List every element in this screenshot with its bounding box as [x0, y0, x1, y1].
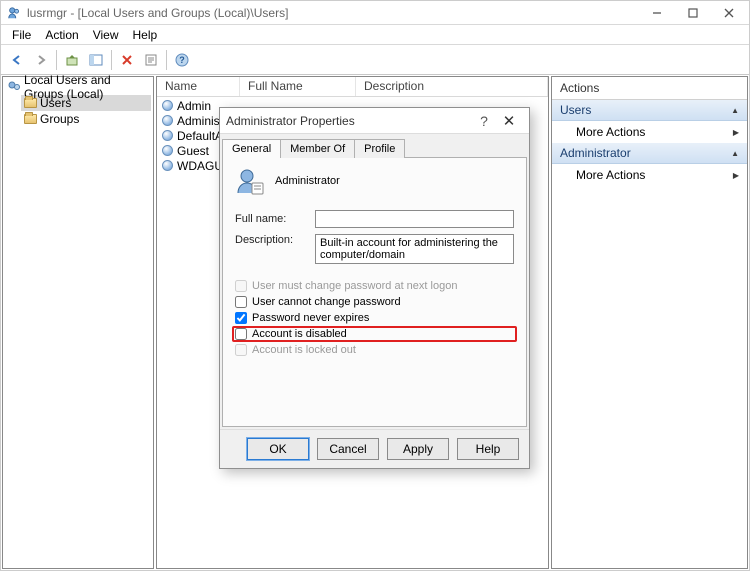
dialog-titlebar[interactable]: Administrator Properties ? ✕: [220, 108, 529, 134]
tab-profile[interactable]: Profile: [354, 139, 405, 158]
actions-group-title: Administrator: [560, 146, 631, 160]
list-header: Name Full Name Description: [157, 77, 548, 97]
up-button[interactable]: [61, 49, 83, 71]
window-title: lusrmgr - [Local Users and Groups (Local…: [27, 6, 639, 20]
forward-button[interactable]: [30, 49, 52, 71]
delete-button[interactable]: [116, 49, 138, 71]
user-icon: [161, 144, 174, 157]
checkbox-label: Account is locked out: [252, 344, 356, 356]
col-description[interactable]: Description: [356, 77, 548, 96]
dialog-user-name: Administrator: [275, 175, 340, 187]
actions-pane: Actions Users ▲ More Actions ▶ Administr…: [551, 76, 748, 569]
checkbox-label: User must change password at next logon: [252, 280, 457, 292]
menu-view[interactable]: View: [86, 28, 126, 42]
properties-button[interactable]: [140, 49, 162, 71]
actions-link-label: More Actions: [576, 168, 645, 182]
toolbar-separator: [166, 50, 167, 70]
help-button[interactable]: ?: [171, 49, 193, 71]
user-name: Admin: [177, 99, 211, 113]
close-button[interactable]: [711, 1, 747, 25]
show-hide-tree-button[interactable]: [85, 49, 107, 71]
menu-file[interactable]: File: [5, 28, 38, 42]
checkbox-never-expires[interactable]: Password never expires: [235, 312, 514, 324]
checkbox-account-disabled[interactable]: Account is disabled: [232, 326, 517, 342]
tree-item-label: Users: [40, 96, 71, 110]
properties-dialog: Administrator Properties ? ✕ General Mem…: [219, 107, 530, 469]
minimize-button[interactable]: [639, 1, 675, 25]
full-name-input[interactable]: [315, 210, 514, 228]
collapse-icon: ▲: [731, 149, 739, 158]
actions-more-administrator[interactable]: More Actions ▶: [552, 164, 747, 186]
toolbar-separator: [111, 50, 112, 70]
checkbox-never-expires-input[interactable]: [235, 312, 247, 324]
actions-link-label: More Actions: [576, 125, 645, 139]
maximize-button[interactable]: [675, 1, 711, 25]
tab-general[interactable]: General: [222, 139, 281, 158]
folder-icon: [23, 112, 37, 126]
chevron-right-icon: ▶: [733, 128, 739, 137]
title-bar: lusrmgr - [Local Users and Groups (Local…: [1, 1, 749, 25]
checkbox-label: User cannot change password: [252, 296, 401, 308]
col-name[interactable]: Name: [157, 77, 240, 96]
checkbox-label: Password never expires: [252, 312, 369, 324]
collapse-icon: ▲: [731, 106, 739, 115]
user-name: Guest: [177, 144, 209, 158]
menu-bar: File Action View Help: [1, 25, 749, 45]
checkbox-account-disabled-input[interactable]: [235, 328, 247, 340]
tree-item-groups[interactable]: Groups: [21, 111, 151, 127]
cancel-button[interactable]: Cancel: [317, 438, 379, 460]
user-icon: [161, 99, 174, 112]
actions-header: Actions: [552, 77, 747, 100]
checkbox-must-change: User must change password at next logon: [235, 280, 514, 292]
user-icon: [161, 159, 174, 172]
checkbox-label: Account is disabled: [252, 328, 347, 340]
back-button[interactable]: [6, 49, 28, 71]
folder-icon: [23, 96, 37, 110]
checkbox-cannot-change-input[interactable]: [235, 296, 247, 308]
user-icon: [161, 129, 174, 142]
toolbar: ?: [1, 45, 749, 75]
actions-group-administrator[interactable]: Administrator ▲: [552, 143, 747, 164]
tree-root[interactable]: Local Users and Groups (Local): [5, 79, 151, 95]
ok-button[interactable]: OK: [247, 438, 309, 460]
svg-text:?: ?: [179, 55, 185, 65]
tree-pane: Local Users and Groups (Local) Users Gro…: [2, 76, 154, 569]
dialog-title: Administrator Properties: [226, 114, 473, 128]
users-groups-icon: [7, 80, 21, 94]
dialog-buttons: OK Cancel Apply Help: [220, 429, 529, 468]
description-label: Description:: [235, 234, 315, 246]
checkbox-locked-out-input: [235, 344, 247, 356]
actions-more-users[interactable]: More Actions ▶: [552, 121, 747, 143]
user-icon: [161, 114, 174, 127]
actions-group-users[interactable]: Users ▲: [552, 100, 747, 121]
dialog-tabs: General Member Of Profile: [220, 134, 529, 157]
apply-button[interactable]: Apply: [387, 438, 449, 460]
checkbox-locked-out: Account is locked out: [235, 344, 514, 356]
tree-item-label: Groups: [40, 112, 79, 126]
dialog-body: Administrator Full name: Description: Us…: [222, 157, 527, 427]
menu-help[interactable]: Help: [126, 28, 165, 42]
help-button[interactable]: Help: [457, 438, 519, 460]
dialog-close-button[interactable]: ✕: [495, 112, 523, 130]
chevron-right-icon: ▶: [733, 171, 739, 180]
description-input[interactable]: [315, 234, 514, 264]
full-name-label: Full name:: [235, 213, 315, 225]
checkbox-cannot-change[interactable]: User cannot change password: [235, 296, 514, 308]
tab-member-of[interactable]: Member Of: [280, 139, 355, 158]
app-icon: [7, 6, 21, 20]
user-large-icon: [235, 166, 265, 196]
col-full-name[interactable]: Full Name: [240, 77, 356, 96]
checkbox-must-change-input: [235, 280, 247, 292]
toolbar-separator: [56, 50, 57, 70]
actions-group-title: Users: [560, 103, 591, 117]
dialog-help-button[interactable]: ?: [473, 113, 495, 129]
menu-action[interactable]: Action: [38, 28, 85, 42]
